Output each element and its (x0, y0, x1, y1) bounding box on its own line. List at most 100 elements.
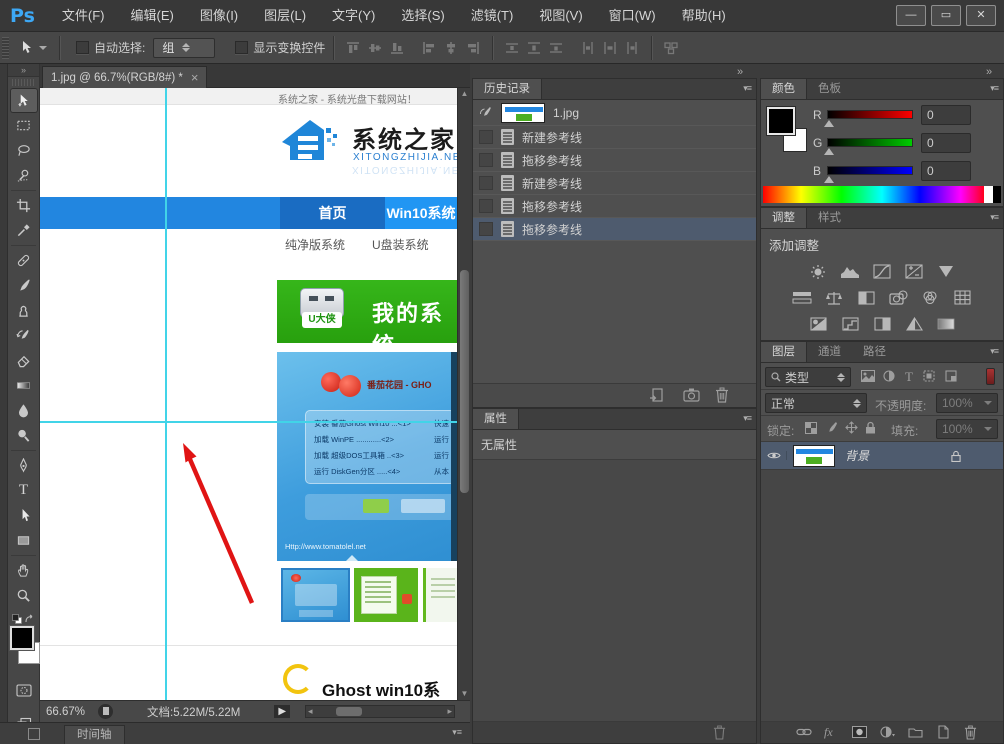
tab-swatches[interactable]: 色板 (807, 79, 852, 99)
show-transform-checkbox[interactable] (235, 41, 248, 54)
color-spectrum-ramp[interactable] (763, 186, 1001, 203)
move-tool[interactable] (10, 88, 38, 113)
lock-transparent-pixels-icon[interactable] (805, 422, 817, 434)
color-balance-button[interactable] (822, 288, 846, 307)
history-item-row[interactable]: 新建参考线 (473, 172, 756, 195)
canvas-vertical-scrollbar[interactable]: ▲ ▼ (457, 88, 470, 700)
distribute-bottom-edges-button[interactable] (545, 37, 567, 59)
history-item-row[interactable]: 新建参考线 (473, 126, 756, 149)
blue-slider-thumb[interactable] (824, 176, 834, 183)
move-tool-preset[interactable] (15, 40, 51, 56)
color-lookup-button[interactable] (950, 288, 974, 307)
new-snapshot-camera-button[interactable] (683, 388, 700, 402)
opacity-field[interactable]: 100% (936, 393, 998, 413)
vertical-scroll-thumb[interactable] (460, 270, 469, 493)
tools-collapse-chevrons-icon[interactable]: » (8, 64, 39, 77)
channel-mixer-button[interactable] (918, 288, 942, 307)
history-snapshot-row[interactable]: 1.jpg (473, 100, 756, 126)
filter-adjustment-layers-icon[interactable] (883, 370, 895, 382)
options-bar-grip[interactable] (2, 37, 9, 59)
new-layer-button[interactable] (936, 725, 949, 739)
layer-row-background[interactable]: 背景 (761, 442, 1003, 470)
tab-color[interactable]: 颜色 (761, 79, 807, 99)
canvas-horizontal-scrollbar[interactable]: ◂ ▸ (305, 705, 455, 718)
lasso-tool[interactable] (10, 138, 38, 163)
distribute-vertical-centers-button[interactable] (523, 37, 545, 59)
rectangle-tool[interactable] (10, 528, 38, 553)
history-source-well[interactable] (479, 130, 493, 144)
menu-select[interactable]: 选择(S) (388, 0, 457, 32)
history-brush-source-icon[interactable] (479, 106, 493, 120)
distribute-right-edges-button[interactable] (621, 37, 643, 59)
history-menu-icon[interactable]: ▾≡ (743, 83, 751, 94)
posterize-button[interactable] (838, 314, 862, 333)
curves-button[interactable] (870, 262, 894, 281)
crop-tool[interactable] (10, 193, 38, 218)
history-item-row-selected[interactable]: 拖移参考线 (473, 218, 756, 241)
photo-filter-button[interactable] (886, 288, 910, 307)
distribute-horizontal-centers-button[interactable] (599, 37, 621, 59)
pen-tool[interactable] (10, 453, 38, 478)
menu-type[interactable]: 文字(Y) (319, 0, 388, 32)
red-value-field[interactable]: 0 (921, 105, 971, 125)
menu-layer[interactable]: 图层(L) (251, 0, 319, 32)
foreground-color-swatch[interactable] (767, 107, 795, 135)
scroll-up-icon[interactable]: ▲ (458, 88, 471, 100)
align-horizontal-centers-button[interactable] (440, 37, 462, 59)
color-menu-icon[interactable]: ▾≡ (990, 83, 998, 94)
menu-view[interactable]: 视图(V) (526, 0, 595, 32)
document-tab[interactable]: 1.jpg @ 66.7%(RGB/8#) * × (42, 66, 207, 88)
align-left-edges-button[interactable] (418, 37, 440, 59)
dodge-tool[interactable] (10, 423, 38, 448)
adjustments-menu-icon[interactable]: ▾≡ (990, 212, 998, 223)
align-vertical-centers-button[interactable] (364, 37, 386, 59)
properties-delete-trash-button[interactable] (713, 725, 726, 740)
tab-styles[interactable]: 样式 (807, 208, 852, 228)
link-layers-button[interactable] (796, 727, 812, 737)
history-item-row[interactable]: 拖移参考线 (473, 195, 756, 218)
levels-button[interactable] (838, 262, 862, 281)
vibrance-button[interactable] (934, 262, 958, 281)
menu-file[interactable]: 文件(F) (49, 0, 118, 32)
quick-mask-mode-button[interactable] (10, 678, 38, 703)
tab-adjustments[interactable]: 调整 (761, 208, 807, 228)
brush-tool[interactable] (10, 273, 38, 298)
filter-pixel-layers-icon[interactable] (861, 370, 875, 382)
auto-align-layers-button[interactable] (660, 37, 682, 59)
exposure-button[interactable] (902, 262, 926, 281)
blur-tool[interactable] (10, 398, 38, 423)
tab-paths[interactable]: 路径 (852, 342, 897, 362)
new-adjustment-layer-button[interactable] (880, 726, 896, 738)
tab-channels[interactable]: 通道 (807, 342, 852, 362)
maximize-button[interactable]: ▭ (931, 5, 961, 26)
spot-healing-brush-tool[interactable] (10, 248, 38, 273)
selective-color-button[interactable] (934, 314, 958, 333)
spectrum-black-swatch[interactable] (993, 186, 1001, 203)
quick-selection-tool[interactable] (10, 163, 38, 188)
distribute-left-edges-button[interactable] (577, 37, 599, 59)
fill-field[interactable]: 100% (936, 419, 998, 439)
blue-slider-track[interactable] (827, 166, 913, 175)
timeline-menu-icon[interactable]: ▾≡ (452, 727, 462, 738)
history-source-well[interactable] (479, 222, 493, 236)
spectrum-white-swatch[interactable] (984, 186, 993, 203)
path-selection-tool[interactable] (10, 503, 38, 528)
hand-tool[interactable] (10, 558, 38, 583)
eyedropper-tool[interactable] (10, 218, 38, 243)
delete-state-trash-button[interactable] (715, 387, 729, 403)
red-slider-thumb[interactable] (824, 120, 834, 127)
layer-thumbnail[interactable] (793, 445, 835, 467)
invert-button[interactable] (806, 314, 830, 333)
align-bottom-edges-button[interactable] (386, 37, 408, 59)
menu-edit[interactable]: 编辑(E) (118, 0, 187, 32)
type-tool[interactable]: T (10, 478, 38, 503)
history-item-row[interactable]: 拖移参考线 (473, 149, 756, 172)
green-slider-track[interactable] (827, 138, 913, 147)
tab-layers[interactable]: 图层 (761, 342, 807, 362)
tools-grip[interactable] (12, 79, 35, 86)
clone-stamp-tool[interactable] (10, 298, 38, 323)
foreground-color-swatch[interactable] (10, 626, 34, 650)
properties-menu-icon[interactable]: ▾≡ (743, 413, 751, 424)
hue-saturation-button[interactable] (790, 288, 814, 307)
tab-history[interactable]: 历史记录 (473, 79, 542, 99)
